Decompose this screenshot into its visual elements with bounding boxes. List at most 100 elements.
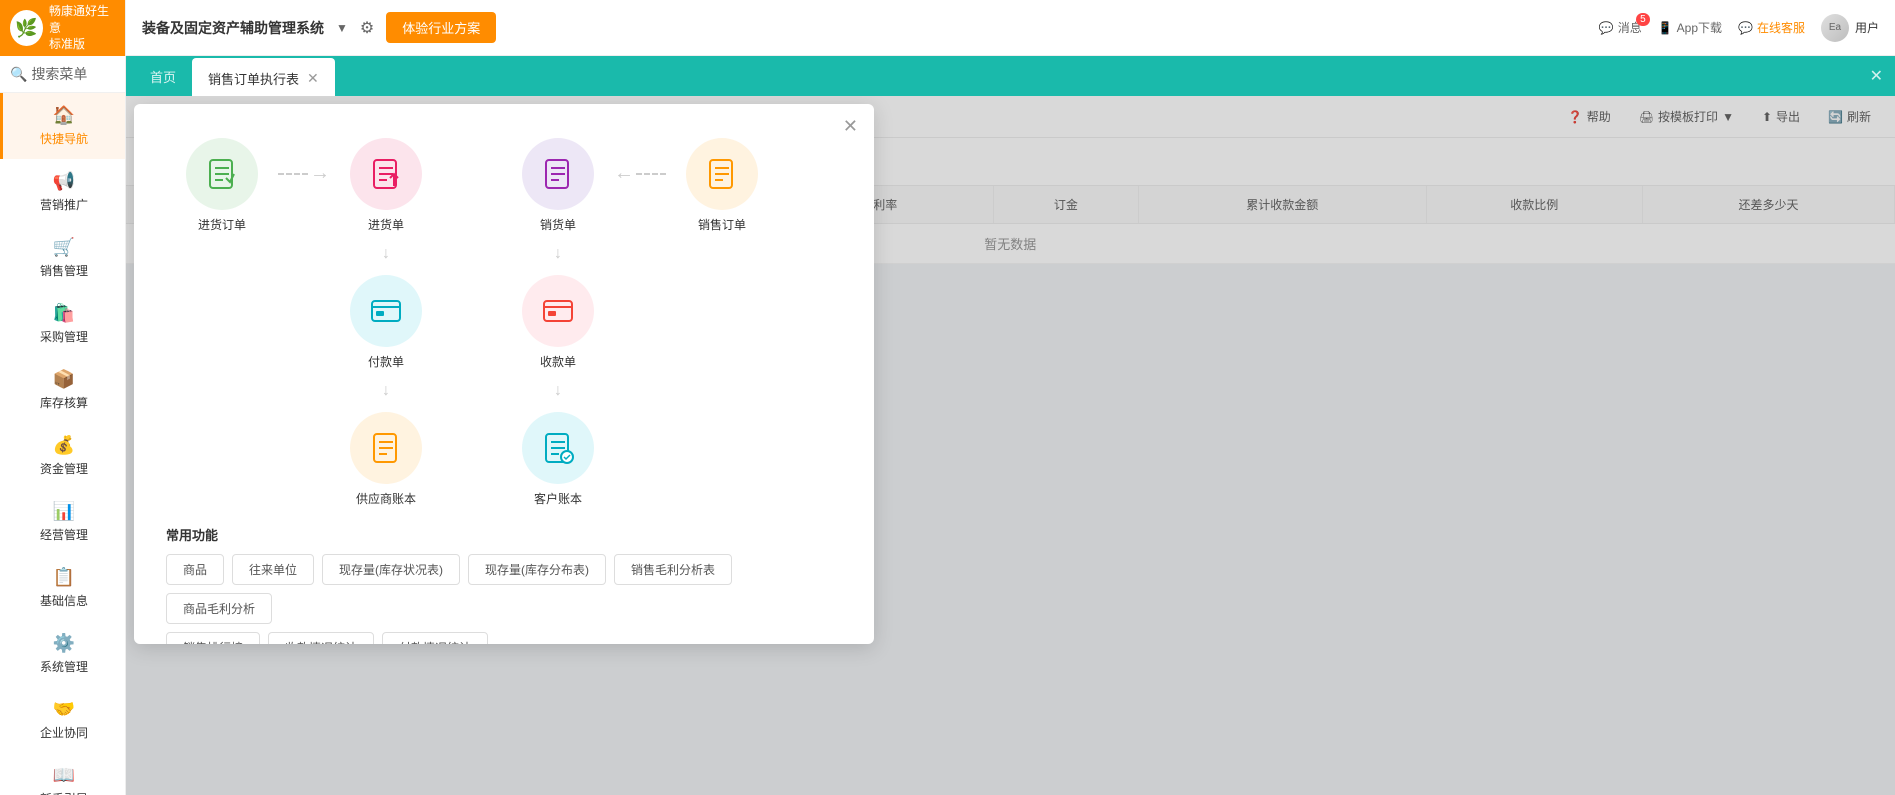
sidebar-item-purchase[interactable]: 🛍️ 采购管理 bbox=[0, 291, 125, 357]
tab-bar: 首页 销售订单执行表 ✕ ✕ bbox=[126, 56, 1895, 96]
sidebar-item-finance[interactable]: 💰 资金管理 bbox=[0, 423, 125, 489]
message-btn[interactable]: 💬 消息 5 bbox=[1599, 19, 1642, 36]
flow-node-sales-bill[interactable]: 销货单 bbox=[522, 138, 594, 233]
tab-close-icon[interactable]: ✕ bbox=[307, 70, 319, 87]
customer-account-label: 客户账本 bbox=[534, 490, 582, 507]
customer-account-circle bbox=[522, 412, 594, 484]
flow-node-purchase-bill[interactable]: 进货单 bbox=[350, 138, 422, 233]
common-btn-4[interactable]: 销售毛利分析表 bbox=[614, 554, 732, 585]
arrow-down-1: ↓ bbox=[382, 245, 390, 263]
sales-order-label: 销售订单 bbox=[698, 216, 746, 233]
flow-node-supplier-account[interactable]: 供应商账本 bbox=[350, 412, 422, 507]
close-all-tabs-icon[interactable]: ✕ bbox=[1858, 66, 1895, 86]
purchase-order-label: 进货订单 bbox=[198, 216, 246, 233]
receipt-circle bbox=[522, 275, 594, 347]
home-icon: 🏠 bbox=[53, 105, 75, 126]
page-content: ❓ 帮助 🖨 按模板打印 ▼ ⬆ 导出 🔄 刷新 bbox=[126, 96, 1895, 795]
common-functions-section: 常用功能 商品 往来单位 现存量(库存状况表) 现存量(库存分布表) 销售毛利分… bbox=[166, 525, 842, 644]
quick-nav-popup: ✕ 进货订单 bbox=[134, 104, 874, 644]
common-btn-1[interactable]: 往来单位 bbox=[232, 554, 314, 585]
sidebar-item-inventory[interactable]: 📦 库存核算 bbox=[0, 357, 125, 423]
sidebar-item-label: 经营管理 bbox=[40, 526, 88, 543]
search-menu[interactable]: 🔍 搜索菜单 bbox=[0, 56, 125, 93]
flow-col-2: 销货单 ↓ 收款单 ↓ bbox=[502, 128, 614, 517]
arrow-0-1: → bbox=[278, 162, 330, 185]
purchase-bill-label: 进货单 bbox=[368, 216, 404, 233]
sidebar-item-label: 新手引导 bbox=[40, 790, 88, 795]
sales-bill-circle bbox=[522, 138, 594, 210]
guide-icon: 📖 bbox=[53, 765, 75, 786]
sales-icon: 🛒 bbox=[53, 237, 75, 258]
experience-btn[interactable]: 体验行业方案 bbox=[386, 12, 496, 43]
tab-home[interactable]: 首页 bbox=[134, 56, 192, 96]
message-icon: 💬 bbox=[1599, 21, 1614, 35]
popup-close-icon[interactable]: ✕ bbox=[843, 116, 858, 137]
sidebar-item-marketing[interactable]: 📢 营销推广 bbox=[0, 159, 125, 225]
common-btn-0[interactable]: 商品 bbox=[166, 554, 224, 585]
common-btns-row2: 销售排行榜 收款情况统计 付款情况统计 bbox=[166, 632, 842, 644]
common-btn-2[interactable]: 现存量(库存状况表) bbox=[322, 554, 460, 585]
common-btn-6[interactable]: 销售排行榜 bbox=[166, 632, 260, 644]
message-badge: 5 bbox=[1636, 13, 1650, 26]
sidebar-item-label: 采购管理 bbox=[40, 328, 88, 345]
sidebar-item-label: 库存核算 bbox=[40, 394, 88, 411]
avatar: Ea bbox=[1821, 14, 1849, 42]
common-btns-row1: 商品 往来单位 现存量(库存状况表) 现存量(库存分布表) 销售毛利分析表 商品… bbox=[166, 554, 842, 624]
payment-circle bbox=[350, 275, 422, 347]
app-download-btn[interactable]: 📱 App下载 bbox=[1658, 19, 1722, 36]
topbar-right-actions: 💬 消息 5 📱 App下载 💬 在线客服 Ea 用户 bbox=[1599, 14, 1879, 42]
common-btn-7[interactable]: 收款情况统计 bbox=[268, 632, 374, 644]
flow-node-receipt-bill[interactable]: 收款单 bbox=[522, 275, 594, 370]
sidebar-item-system[interactable]: ⚙️ 系统管理 bbox=[0, 621, 125, 687]
sales-bill-label: 销货单 bbox=[540, 216, 576, 233]
purchase-icon: 🛍️ bbox=[53, 303, 75, 324]
system-icon: ⚙️ bbox=[53, 633, 75, 654]
arrow-down-2: ↓ bbox=[382, 382, 390, 400]
operations-icon: 📊 bbox=[53, 501, 75, 522]
logo: 🌿 畅康通好生意 标准版 bbox=[0, 0, 125, 56]
sidebar-item-label: 基础信息 bbox=[40, 592, 88, 609]
logo-emoji: 🌿 bbox=[15, 18, 37, 39]
common-btn-8[interactable]: 付款情况统计 bbox=[382, 632, 488, 644]
logo-icon: 🌿 bbox=[10, 10, 43, 46]
common-btn-3[interactable]: 现存量(库存分布表) bbox=[468, 554, 606, 585]
sidebar-item-enterprise[interactable]: 🤝 企业协同 bbox=[0, 687, 125, 753]
basic-info-icon: 📋 bbox=[53, 567, 75, 588]
tab-sales-order-exec[interactable]: 销售订单执行表 ✕ bbox=[192, 58, 335, 98]
sidebar-item-sales[interactable]: 🛒 销售管理 bbox=[0, 225, 125, 291]
sidebar-item-quick-nav[interactable]: 🏠 快捷导航 bbox=[0, 93, 125, 159]
payment-label: 付款单 bbox=[368, 353, 404, 370]
sidebar-item-operations[interactable]: 📊 经营管理 bbox=[0, 489, 125, 555]
settings-gear-icon[interactable]: ⚙ bbox=[360, 18, 374, 38]
purchase-order-circle bbox=[186, 138, 258, 210]
sidebar-item-guide[interactable]: 📖 新手引导 bbox=[0, 753, 125, 795]
marketing-icon: 📢 bbox=[53, 171, 75, 192]
flow-diagram: 进货订单 → bbox=[166, 128, 842, 517]
sidebar-item-label: 资金管理 bbox=[40, 460, 88, 477]
enterprise-icon: 🤝 bbox=[53, 699, 75, 720]
flow-col-0: 进货订单 bbox=[166, 128, 278, 243]
flow-node-payment-bill[interactable]: 付款单 bbox=[350, 275, 422, 370]
flow-node-customer-account[interactable]: 客户账本 bbox=[522, 412, 594, 507]
common-btn-5[interactable]: 商品毛利分析 bbox=[166, 593, 272, 624]
finance-icon: 💰 bbox=[53, 435, 75, 456]
system-dropdown-icon[interactable]: ▼ bbox=[336, 21, 348, 35]
main-content: 装备及固定资产辅助管理系统 ▼ ⚙ 体验行业方案 💬 消息 5 📱 App下载 … bbox=[126, 0, 1895, 795]
sidebar: 🌿 畅康通好生意 标准版 🔍 搜索菜单 🏠 快捷导航 📢 营销推广 🛒 销售管理 bbox=[0, 0, 126, 795]
online-service-btn[interactable]: 💬 在线客服 bbox=[1738, 19, 1805, 36]
inventory-icon: 📦 bbox=[53, 369, 75, 390]
system-name: 装备及固定资产辅助管理系统 bbox=[142, 18, 324, 38]
topbar: 装备及固定资产辅助管理系统 ▼ ⚙ 体验行业方案 💬 消息 5 📱 App下载 … bbox=[126, 0, 1895, 56]
sidebar-item-label: 系统管理 bbox=[40, 658, 88, 675]
sidebar-item-basic-info[interactable]: 📋 基础信息 bbox=[0, 555, 125, 621]
flow-node-purchase-order[interactable]: 进货订单 bbox=[186, 138, 258, 233]
logo-text: 畅康通好生意 标准版 bbox=[49, 3, 115, 53]
flow-node-sales-order[interactable]: 销售订单 bbox=[686, 138, 758, 233]
mobile-icon: 📱 bbox=[1658, 21, 1673, 35]
purchase-bill-circle bbox=[350, 138, 422, 210]
receipt-label: 收款单 bbox=[540, 353, 576, 370]
user-menu[interactable]: Ea 用户 bbox=[1821, 14, 1879, 42]
flow-col-1: 进货单 ↓ 付款单 ↓ bbox=[330, 128, 442, 517]
common-functions-title: 常用功能 bbox=[166, 525, 842, 544]
flow-col-3: 销售订单 bbox=[666, 128, 778, 243]
